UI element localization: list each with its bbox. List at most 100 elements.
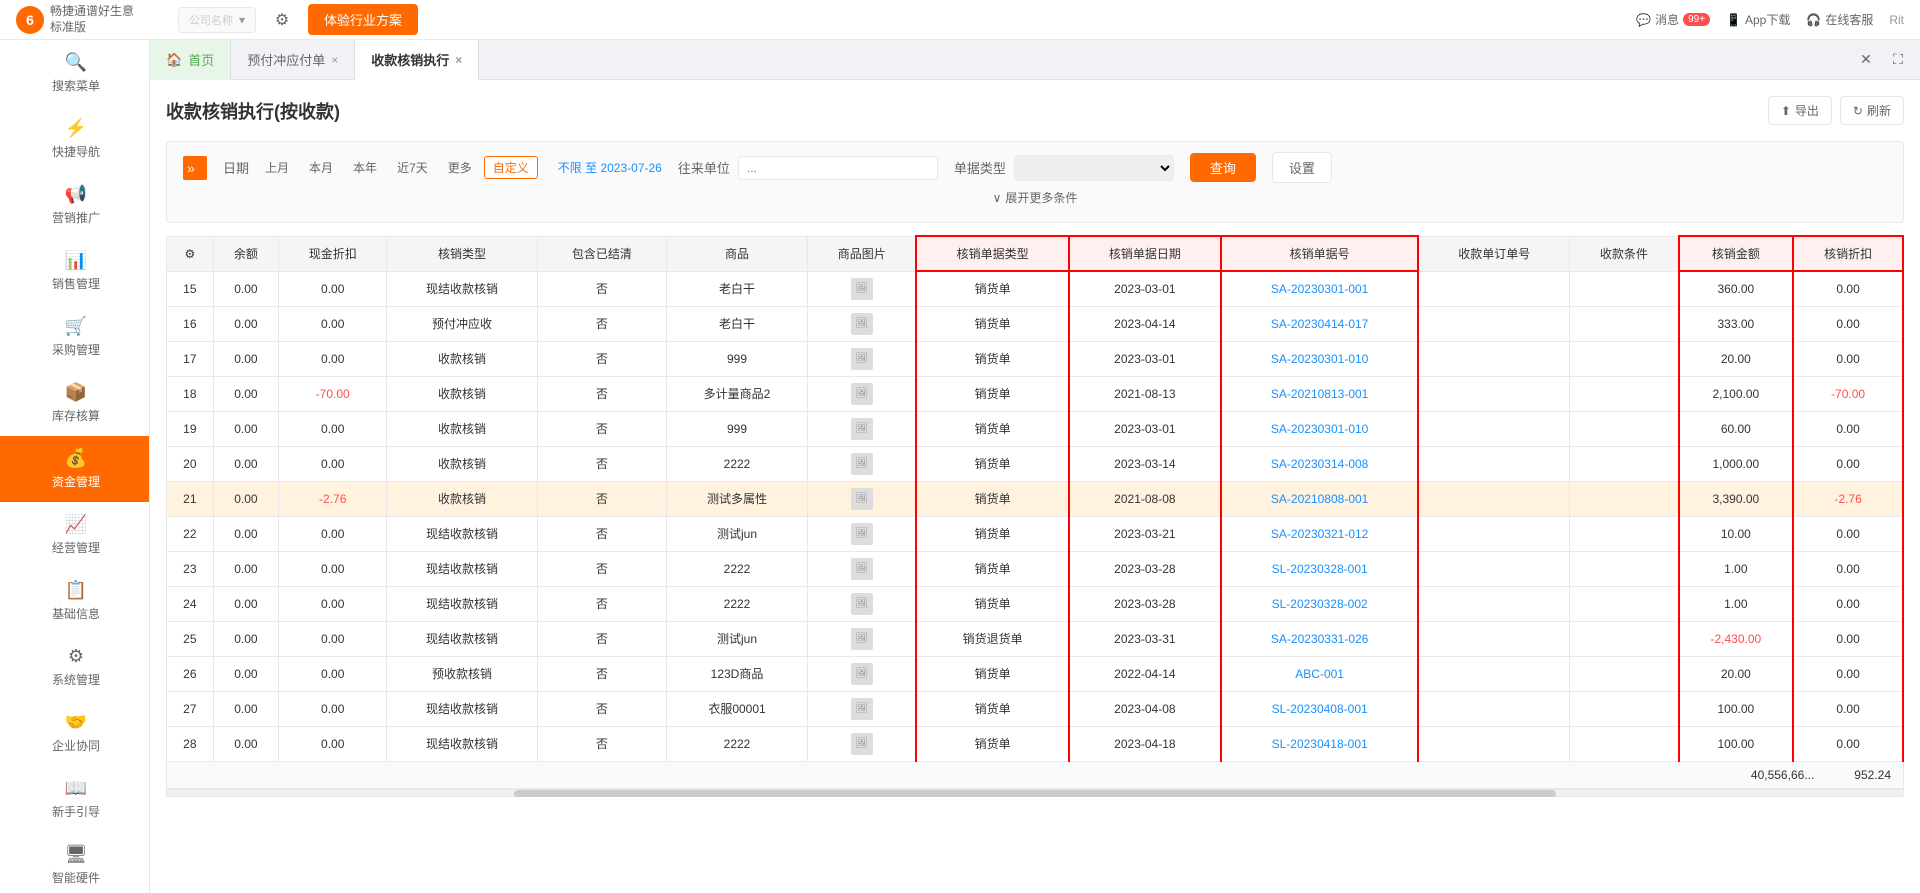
cell-product-image: 🖼 [808,306,917,341]
sidebar-item-base-info[interactable]: 📋 基础信息 [0,568,149,634]
cell-balance: 0.00 [213,516,279,551]
tab-close-all-button[interactable]: ✕ [1852,46,1880,74]
cell-no: 15 [167,271,214,306]
cell-cancel-voucher-no[interactable]: SA-20230331-026 [1221,621,1418,656]
table-row: 24 0.00 0.00 现结收款核销 否 2222 🖼 销货单 2023-03… [167,586,1904,621]
cell-cancel-type: 收款核销 [387,481,538,516]
cell-cancel-amount: 1.00 [1679,586,1794,621]
sidebar-item-quicknav[interactable]: ⚡ 快捷导航 [0,106,149,172]
tab-cancel-close[interactable]: × [455,53,462,67]
voucher-type-select[interactable] [1014,155,1174,181]
filter-collapse-button[interactable]: » [183,156,207,180]
cell-product-image: 🖼 [808,376,917,411]
cell-receipt-condition [1570,551,1679,586]
cell-cancel-voucher-no[interactable]: SA-20210813-001 [1221,376,1418,411]
product-image: 🖼 [851,628,873,650]
this-month-button[interactable]: 本月 [301,157,341,178]
cancel-voucher-link[interactable]: SA-20210813-001 [1271,387,1368,401]
query-button[interactable]: 查询 [1190,153,1256,182]
custom-date-button[interactable]: 自定义 [484,156,538,179]
cell-product: 999 [666,411,807,446]
col-header-gear[interactable]: ⚙ [167,236,214,271]
tab-prepaid[interactable]: 预付冲应付单 × [231,40,355,80]
cell-cancel-voucher-no[interactable]: SL-20230408-001 [1221,691,1418,726]
cell-cancel-voucher-no[interactable]: SA-20230414-017 [1221,306,1418,341]
cancel-voucher-link[interactable]: SL-20230408-001 [1272,702,1368,716]
sidebar-item-search[interactable]: 🔍 搜索菜单 [0,40,149,106]
system-icon: ⚙ [68,646,84,667]
cell-cancel-voucher-no[interactable]: SL-20230418-001 [1221,726,1418,761]
this-year-button[interactable]: 本年 [345,157,385,178]
cancel-voucher-link[interactable]: SA-20230301-001 [1271,282,1368,296]
cell-cancel-voucher-no[interactable]: ABC-001 [1221,656,1418,691]
cancel-voucher-link[interactable]: SA-20230331-026 [1271,632,1368,646]
cell-cancel-voucher-no[interactable]: SA-20230301-010 [1221,341,1418,376]
product-image: 🖼 [851,558,873,580]
cell-cancel-voucher-no[interactable]: SA-20210808-001 [1221,481,1418,516]
export-button[interactable]: ⬆ 导出 [1768,96,1832,125]
product-image: 🖼 [851,488,873,510]
tab-expand-button[interactable]: ⛶ [1884,46,1912,74]
main-content: 🏠 首页 预付冲应付单 × 收款核销执行 × ✕ ⛶ 收款核销执行(按收款) [150,40,1920,893]
cell-receipt-order-no [1418,481,1569,516]
cell-cancel-voucher-no[interactable]: SA-20230314-008 [1221,446,1418,481]
refresh-button[interactable]: ↻ 刷新 [1840,96,1904,125]
expand-more-button[interactable]: ∨ 展开更多条件 [183,183,1887,212]
sidebar-item-operations[interactable]: 📈 经营管理 [0,502,149,568]
sidebar-item-system[interactable]: ⚙ 系统管理 [0,634,149,700]
cancel-voucher-link[interactable]: ABC-001 [1295,667,1344,681]
cell-product: 测试jun [666,621,807,656]
sidebar-item-hardware[interactable]: 🖥 智能硬件 [0,832,149,893]
cell-cancel-voucher-no[interactable]: SL-20230328-002 [1221,586,1418,621]
online-service-button[interactable]: 🎧 在线客服 [1806,11,1873,28]
cancel-voucher-link[interactable]: SA-20230314-008 [1271,457,1368,471]
sidebar-item-guide[interactable]: 📖 新手引导 [0,766,149,832]
sidebar-item-sales[interactable]: 📊 销售管理 [0,238,149,304]
cell-receipt-condition [1570,726,1679,761]
username-label: Rit [1889,13,1904,27]
cancel-voucher-link[interactable]: SA-20230321-012 [1271,527,1368,541]
cell-cancel-voucher-no[interactable]: SA-20230301-010 [1221,411,1418,446]
tab-prepaid-close[interactable]: × [331,53,338,67]
cell-cancel-amount: 100.00 [1679,726,1794,761]
app-download-button[interactable]: 📱 App下载 [1726,11,1790,28]
more-date-button[interactable]: 更多 [440,157,480,178]
cancel-voucher-link[interactable]: SL-20230328-001 [1272,562,1368,576]
cell-cancel-voucher-no[interactable]: SA-20230321-012 [1221,516,1418,551]
cancel-voucher-link[interactable]: SA-20230301-010 [1271,422,1368,436]
sidebar-item-purchase[interactable]: 🛒 采购管理 [0,304,149,370]
sidebar-item-enterprise[interactable]: 🤝 企业协同 [0,700,149,766]
horizontal-scrollbar[interactable] [166,789,1904,797]
cell-cancel-amount: 100.00 [1679,691,1794,726]
settings-gear-button[interactable]: ⚙ [268,6,296,34]
last-7days-button[interactable]: 近7天 [389,157,436,178]
column-settings-button[interactable]: 设置 [1272,152,1332,183]
sidebar-item-finance[interactable]: 💰 资金管理 [0,436,149,502]
tab-cancel-execution[interactable]: 收款核销执行 × [355,40,479,80]
col-header-product-image: 商品图片 [808,236,917,271]
industry-solution-button[interactable]: 体验行业方案 [308,4,418,35]
cell-cancel-voucher-no[interactable]: SA-20230301-001 [1221,271,1418,306]
sidebar-item-marketing[interactable]: 📢 营销推广 [0,172,149,238]
cancel-voucher-link[interactable]: SL-20230328-002 [1272,597,1368,611]
cell-balance: 0.00 [213,306,279,341]
cancel-voucher-link[interactable]: SA-20210808-001 [1271,492,1368,506]
tab-home[interactable]: 🏠 首页 [150,40,231,80]
cell-cancel-voucher-type: 销货单 [916,446,1068,481]
cell-receipt-condition [1570,516,1679,551]
cell-balance: 0.00 [213,656,279,691]
cell-cash-discount: -70.00 [279,376,387,411]
last-month-button[interactable]: 上月 [257,157,297,178]
cancel-voucher-link[interactable]: SA-20230414-017 [1271,317,1368,331]
sidebar-item-inventory[interactable]: 📦 库存核算 [0,370,149,436]
table-row: 19 0.00 0.00 收款核销 否 999 🖼 销货单 2023-03-01… [167,411,1904,446]
cell-cancel-amount: 20.00 [1679,341,1794,376]
cancel-voucher-link[interactable]: SA-20230301-010 [1271,352,1368,366]
cell-cancel-voucher-date: 2023-03-01 [1069,411,1221,446]
company-selector[interactable]: 公司名称 ▾ [178,7,256,33]
cancel-voucher-link[interactable]: SL-20230418-001 [1272,737,1368,751]
message-button[interactable]: 💬 消息 99+ [1636,11,1710,28]
scroll-thumb[interactable] [514,790,1556,797]
cell-cancel-voucher-no[interactable]: SL-20230328-001 [1221,551,1418,586]
counterpart-input[interactable] [738,156,938,180]
